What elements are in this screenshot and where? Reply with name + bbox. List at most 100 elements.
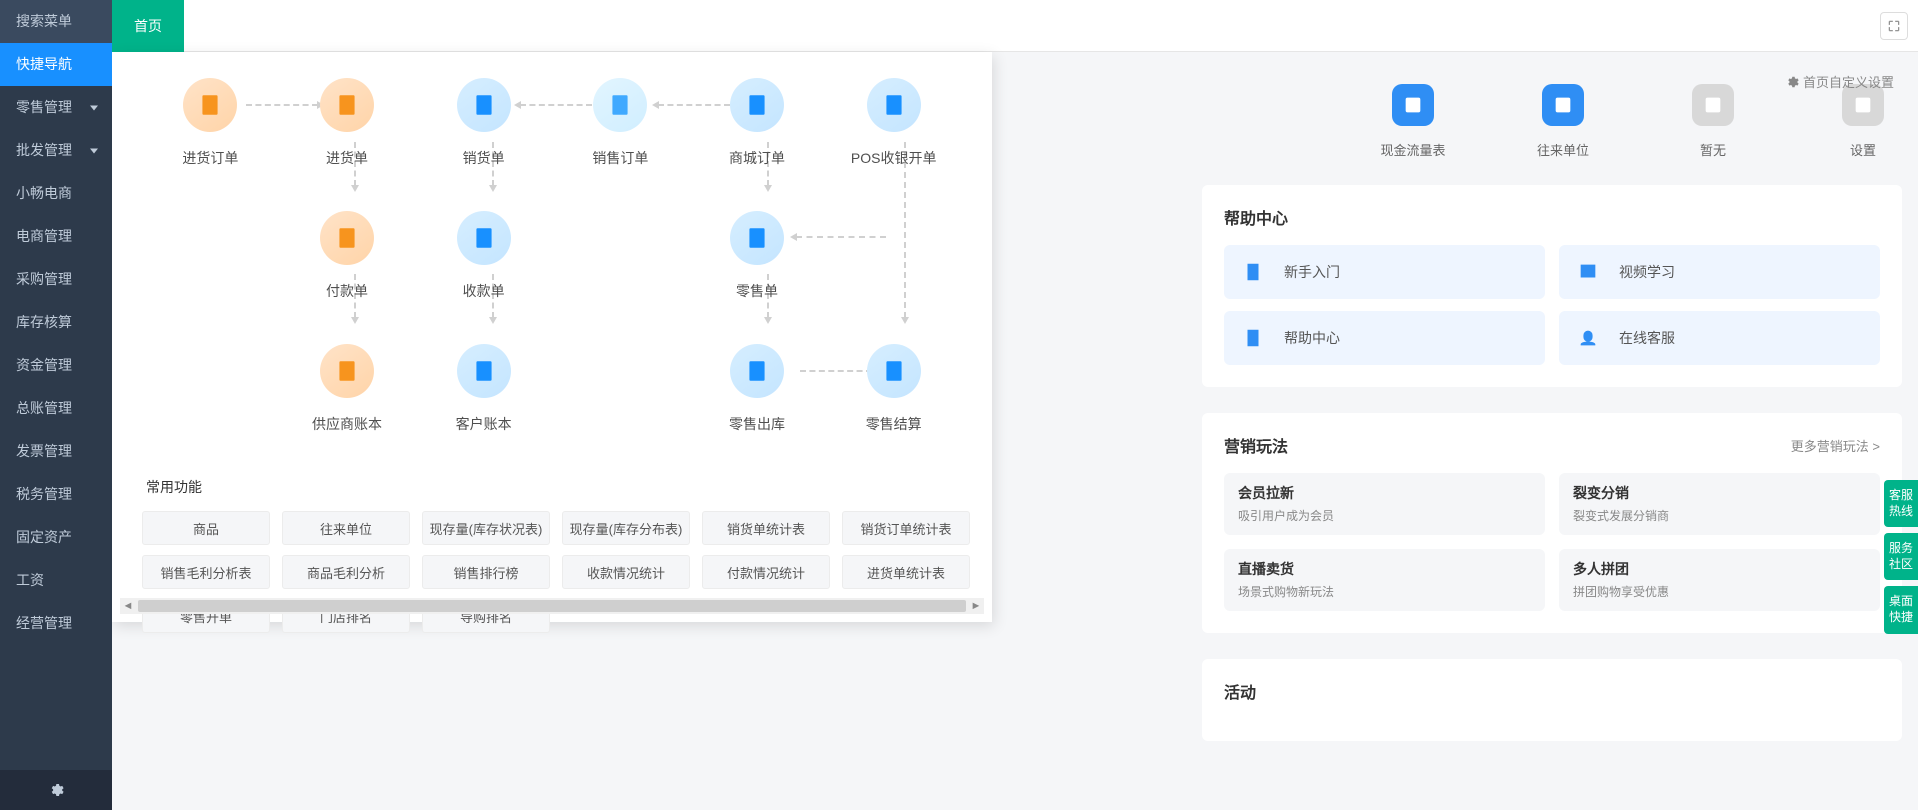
sidebar-item-8[interactable]: 总账管理 bbox=[0, 387, 112, 430]
tab-home[interactable]: 首页 bbox=[112, 0, 184, 52]
flow-label: 零售出库 bbox=[729, 414, 785, 434]
fullscreen-button[interactable] bbox=[1880, 12, 1908, 40]
flow-row2-1[interactable]: 付款单 bbox=[279, 211, 416, 326]
flow-row3-5[interactable]: 零售结算 bbox=[825, 344, 962, 459]
flow-icon bbox=[320, 211, 374, 265]
sidebar-search[interactable]: 搜索菜单 bbox=[0, 0, 112, 43]
flow-row3-2[interactable]: 客户账本 bbox=[415, 344, 552, 459]
flow-row2-4[interactable]: 零售单 bbox=[689, 211, 826, 326]
flow-row3-4[interactable]: 零售出库 bbox=[689, 344, 826, 459]
fn-btn-7[interactable]: 商品毛利分析 bbox=[282, 555, 410, 589]
help-item-0[interactable]: 新手入门 bbox=[1224, 245, 1545, 299]
help-icon bbox=[1573, 323, 1603, 353]
gear-icon bbox=[1785, 75, 1799, 89]
help-icon bbox=[1238, 323, 1268, 353]
flow-row1-2[interactable]: 销货单 bbox=[415, 78, 552, 193]
flow-row1-0[interactable]: 进货订单 bbox=[142, 78, 279, 193]
fn-btn-0[interactable]: 商品 bbox=[142, 511, 270, 545]
help-item-2[interactable]: 帮助中心 bbox=[1224, 311, 1545, 365]
flow-label: 收款单 bbox=[463, 281, 505, 301]
sidebar-item-6[interactable]: 库存核算 bbox=[0, 301, 112, 344]
fn-btn-2[interactable]: 现存量(库存状况表) bbox=[422, 511, 550, 545]
help-label: 新手入门 bbox=[1284, 262, 1340, 282]
marketing-item-0[interactable]: 会员拉新吸引用户成为会员 bbox=[1224, 473, 1545, 535]
sidebar-item-9[interactable]: 发票管理 bbox=[0, 430, 112, 473]
fn-btn-4[interactable]: 销货单统计表 bbox=[702, 511, 830, 545]
marketing-item-1[interactable]: 裂变分销裂变式发展分销商 bbox=[1559, 473, 1880, 535]
flyout-scrollbar[interactable]: ◄ ► bbox=[120, 598, 984, 614]
flow-icon bbox=[730, 78, 784, 132]
sidebar-item-5[interactable]: 采购管理 bbox=[0, 258, 112, 301]
common-fn-title: 常用功能 bbox=[146, 477, 962, 497]
shortcut-icon bbox=[1692, 84, 1734, 126]
flow-row1-4[interactable]: 商城订单 bbox=[689, 78, 826, 193]
flow-icon bbox=[593, 78, 647, 132]
sidebar-item-10[interactable]: 税务管理 bbox=[0, 473, 112, 516]
quick-nav-flyout: 进货订单进货单销货单 销售订单商城订单POS收银开单付款单收款单 零售单供应商账本 客… bbox=[112, 52, 992, 622]
shortcut-2[interactable]: 暂无 bbox=[1674, 84, 1752, 159]
fn-btn-5[interactable]: 销货订单统计表 bbox=[842, 511, 970, 545]
marketing-more[interactable]: 更多营销玩法 > bbox=[1791, 436, 1880, 455]
shortcut-label: 往来单位 bbox=[1537, 140, 1589, 159]
flow-icon bbox=[320, 78, 374, 132]
dock-btn-2[interactable]: 桌面快捷 bbox=[1884, 586, 1918, 633]
marketing-item-3[interactable]: 多人拼团拼团购物享受优惠 bbox=[1559, 549, 1880, 611]
marketing-item-title: 直播卖货 bbox=[1238, 559, 1531, 579]
marketing-item-2[interactable]: 直播卖货场景式购物新玩法 bbox=[1224, 549, 1545, 611]
sidebar-item-3[interactable]: 小畅电商 bbox=[0, 172, 112, 215]
sidebar-item-0[interactable]: 快捷导航 bbox=[0, 43, 112, 86]
activity-panel: 活动 bbox=[1202, 659, 1902, 741]
scroll-right[interactable]: ► bbox=[968, 598, 984, 614]
right-column: 首页自定义设置 现金流量表往来单位暂无设置 帮助中心 新手入门视频学习帮助中心在… bbox=[988, 52, 1918, 810]
help-icon bbox=[1238, 257, 1268, 287]
dashboard-custom-settings[interactable]: 首页自定义设置 bbox=[1785, 72, 1894, 91]
help-title: 帮助中心 bbox=[1224, 205, 1880, 229]
fn-btn-8[interactable]: 销售排行榜 bbox=[422, 555, 550, 589]
flow-icon bbox=[730, 211, 784, 265]
dock-btn-1[interactable]: 服务社区 bbox=[1884, 533, 1918, 580]
fn-btn-1[interactable]: 往来单位 bbox=[282, 511, 410, 545]
sidebar-settings[interactable] bbox=[0, 770, 112, 810]
flow-row1-1[interactable]: 进货单 bbox=[279, 78, 416, 193]
shortcut-icon bbox=[1392, 84, 1434, 126]
flow-row2-2[interactable]: 收款单 bbox=[415, 211, 552, 326]
marketing-panel: 营销玩法 更多营销玩法 > 会员拉新吸引用户成为会员裂变分销裂变式发展分销商直播… bbox=[1202, 413, 1902, 633]
help-item-1[interactable]: 视频学习 bbox=[1559, 245, 1880, 299]
flow-icon bbox=[457, 344, 511, 398]
marketing-item-title: 会员拉新 bbox=[1238, 483, 1531, 503]
sidebar-item-7[interactable]: 资金管理 bbox=[0, 344, 112, 387]
fullscreen-icon bbox=[1887, 19, 1901, 33]
sidebar-item-4[interactable]: 电商管理 bbox=[0, 215, 112, 258]
shortcut-1[interactable]: 往来单位 bbox=[1524, 84, 1602, 159]
flow-empty bbox=[552, 344, 689, 459]
marketing-item-sub: 拼团购物享受优惠 bbox=[1573, 583, 1866, 600]
sidebar-item-13[interactable]: 经营管理 bbox=[0, 602, 112, 645]
sidebar-item-12[interactable]: 工资 bbox=[0, 559, 112, 602]
help-label: 在线客服 bbox=[1619, 328, 1675, 348]
flow-label: 供应商账本 bbox=[312, 414, 382, 434]
shortcut-label: 现金流量表 bbox=[1380, 140, 1445, 159]
help-icon bbox=[1573, 257, 1603, 287]
sidebar-item-1[interactable]: 零售管理 bbox=[0, 86, 112, 129]
flow-row1-5[interactable]: POS收银开单 bbox=[825, 78, 962, 193]
fn-btn-11[interactable]: 进货单统计表 bbox=[842, 555, 970, 589]
help-item-3[interactable]: 在线客服 bbox=[1559, 311, 1880, 365]
sidebar-item-2[interactable]: 批发管理 bbox=[0, 129, 112, 172]
fn-btn-3[interactable]: 现存量(库存分布表) bbox=[562, 511, 690, 545]
marketing-item-sub: 裂变式发展分销商 bbox=[1573, 507, 1866, 524]
chevron-down-icon bbox=[90, 105, 98, 110]
flow-row3-1[interactable]: 供应商账本 bbox=[279, 344, 416, 459]
sidebar-item-11[interactable]: 固定资产 bbox=[0, 516, 112, 559]
scroll-left[interactable]: ◄ bbox=[120, 598, 136, 614]
shortcut-3[interactable]: 设置 bbox=[1824, 84, 1902, 159]
fn-btn-10[interactable]: 付款情况统计 bbox=[702, 555, 830, 589]
flow-label: 销货单 bbox=[463, 148, 505, 168]
custom-settings-label: 首页自定义设置 bbox=[1803, 72, 1894, 91]
fn-btn-9[interactable]: 收款情况统计 bbox=[562, 555, 690, 589]
flow-icon bbox=[457, 211, 511, 265]
scroll-track[interactable] bbox=[138, 600, 966, 612]
flow-row1-3[interactable]: 销售订单 bbox=[552, 78, 689, 193]
dock-btn-0[interactable]: 客服热线 bbox=[1884, 480, 1918, 527]
shortcut-0[interactable]: 现金流量表 bbox=[1374, 84, 1452, 159]
fn-btn-6[interactable]: 销售毛利分析表 bbox=[142, 555, 270, 589]
